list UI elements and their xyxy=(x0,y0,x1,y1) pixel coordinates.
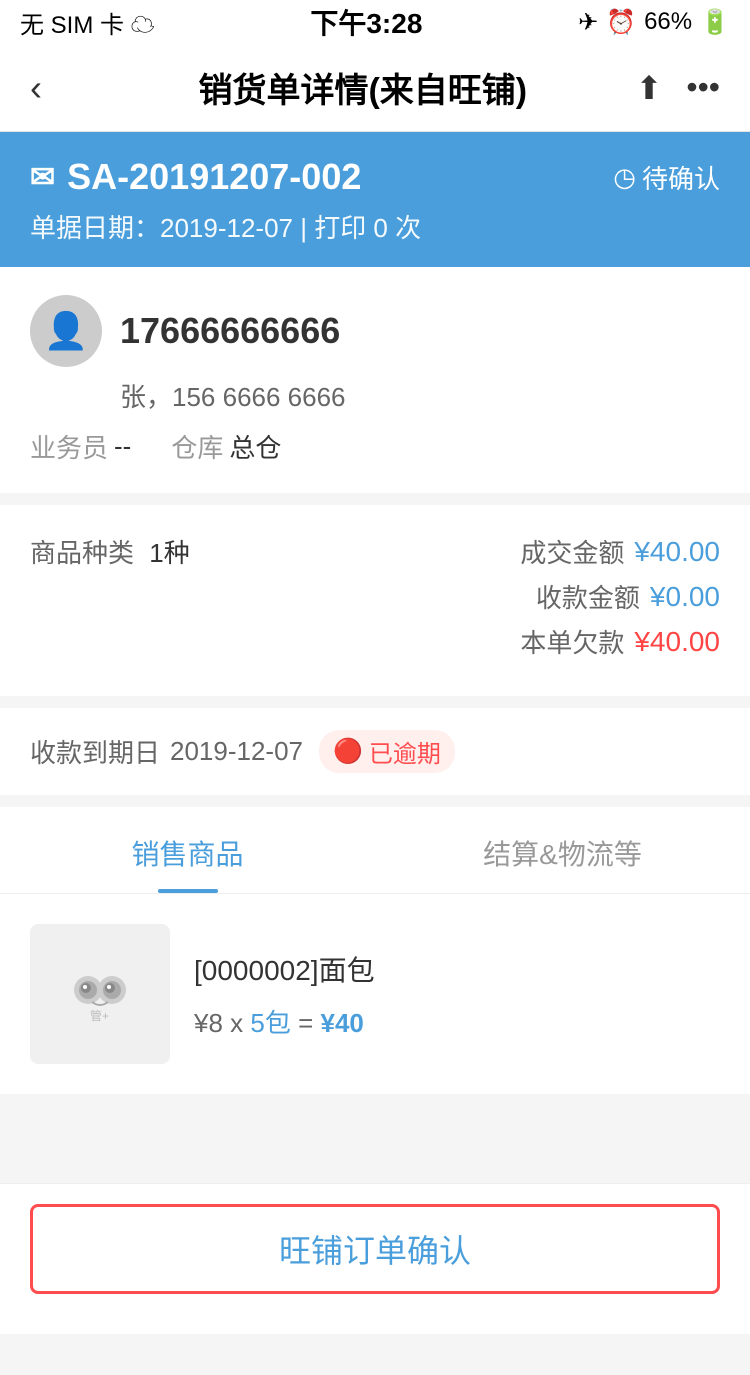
stats-right: 成交金额 ¥40.00 收款金额 ¥0.00 本单欠款 ¥40.00 xyxy=(520,533,720,668)
avatar-icon: 👤 xyxy=(44,310,89,352)
status-bar: 无 SIM 卡 ☁ 下午3:28 ✈ ⏰ 66% 🔋 xyxy=(0,0,750,44)
confirm-order-button[interactable]: 旺铺订单确认 xyxy=(30,1204,720,1294)
alarm-icon: ⏰ xyxy=(606,8,636,37)
stats-section: 商品种类 1种 成交金额 ¥40.00 收款金额 ¥0.00 本单欠款 ¥40.… xyxy=(0,505,750,708)
product-logo-icon: 管+ xyxy=(60,964,140,1024)
due-date-section: 收款到期日 2019-12-07 🔴 已逾期 xyxy=(0,708,750,807)
customer-top: 👤 17666666666 xyxy=(30,295,720,367)
owed-label: 本单欠款 xyxy=(520,623,624,660)
customer-phone: 17666666666 xyxy=(120,310,340,352)
status-time: 下午3:28 xyxy=(310,2,422,42)
product-price: ¥8 x 5包 = ¥40 xyxy=(194,1003,720,1040)
status-clock-icon: ◷ xyxy=(613,162,636,193)
salesperson-label: 业务员 xyxy=(30,428,108,465)
order-icon: ✉ xyxy=(30,160,55,195)
customer-section: 👤 17666666666 张，156 6666 6666 业务员 -- 仓库 … xyxy=(0,267,750,505)
more-icon[interactable]: ••• xyxy=(686,69,720,106)
owed-value: ¥40.00 xyxy=(634,626,720,658)
overdue-icon: 🔴 xyxy=(333,737,363,766)
status-right: ✈ ⏰ 66% 🔋 xyxy=(578,8,730,37)
status-left: 无 SIM 卡 ☁ xyxy=(20,5,155,40)
bottom-bar: 旺铺订单确认 xyxy=(0,1183,750,1334)
tab-sales-products[interactable]: 销售商品 xyxy=(0,807,375,893)
warehouse-value: 总仓 xyxy=(229,428,281,465)
customer-avatar: 👤 xyxy=(30,295,102,367)
product-name: [0000002]面包 xyxy=(194,949,720,989)
product-qty: 5包 xyxy=(250,1008,290,1038)
tab-sales-label: 销售商品 xyxy=(131,839,243,870)
order-header-card: ✉ SA-20191207-002 ◷ 待确认 单据日期：2019-12-07 … xyxy=(0,132,750,267)
order-status-badge: ◷ 待确认 xyxy=(613,159,720,196)
received-row: 收款金额 ¥0.00 xyxy=(520,578,720,615)
tab-settlement-label: 结算&物流等 xyxy=(483,839,642,870)
header-card-top: ✉ SA-20191207-002 ◷ 待确认 xyxy=(30,156,720,198)
nav-actions: ⬆ ••• xyxy=(636,69,720,107)
warehouse-label: 仓库 xyxy=(171,428,223,465)
sim-status: 无 SIM 卡 ☁ xyxy=(20,5,155,40)
stats-left: 商品种类 1种 xyxy=(30,533,190,570)
amount-value: ¥40.00 xyxy=(634,536,720,568)
product-unit-price: ¥8 xyxy=(194,1008,223,1038)
type-label: 商品种类 xyxy=(30,538,134,568)
svg-text:管+: 管+ xyxy=(90,1008,109,1023)
customer-info-row: 业务员 -- 仓库 总仓 xyxy=(30,428,720,465)
battery-level: 66% xyxy=(644,8,692,36)
product-section: 管+ [0000002]面包 ¥8 x 5包 = ¥40 xyxy=(0,894,750,1095)
received-value: ¥0.00 xyxy=(650,581,720,613)
order-id: ✉ SA-20191207-002 xyxy=(30,156,361,198)
product-total: ¥40 xyxy=(321,1008,364,1038)
share-icon[interactable]: ⬆ xyxy=(636,69,663,107)
multiply-symbol: x xyxy=(230,1008,250,1038)
owed-row: 本单欠款 ¥40.00 xyxy=(520,623,720,660)
amount-label: 成交金额 xyxy=(520,533,624,570)
amount-row: 成交金额 ¥40.00 xyxy=(520,533,720,570)
overdue-text: 已逾期 xyxy=(369,734,441,769)
tab-active-underline xyxy=(158,889,218,893)
overdue-badge: 🔴 已逾期 xyxy=(319,730,455,773)
type-value: 1种 xyxy=(149,538,189,568)
received-label: 收款金额 xyxy=(536,578,640,615)
order-id-text: SA-20191207-002 xyxy=(67,156,361,198)
tabs-section: 销售商品 结算&物流等 xyxy=(0,807,750,894)
back-button[interactable]: ‹ xyxy=(30,67,90,109)
due-date-value: 2019-12-07 xyxy=(170,736,303,767)
nav-bar: ‹ 销货单详情(来自旺铺) ⬆ ••• xyxy=(0,44,750,132)
equals-symbol: = xyxy=(298,1008,320,1038)
product-image: 管+ xyxy=(30,924,170,1064)
order-meta: 单据日期：2019-12-07 | 打印 0 次 xyxy=(30,208,720,245)
due-date-label: 收款到期日 xyxy=(30,733,160,770)
product-info: [0000002]面包 ¥8 x 5包 = ¥40 xyxy=(194,949,720,1040)
tabs-row: 销售商品 结算&物流等 xyxy=(0,807,750,893)
page-title: 销货单详情(来自旺铺) xyxy=(90,63,636,112)
location-icon: ✈ xyxy=(578,8,598,37)
order-status-text: 待确认 xyxy=(642,159,720,196)
customer-name: 张，156 6666 6666 xyxy=(30,377,720,414)
tab-settlement-logistics[interactable]: 结算&物流等 xyxy=(375,807,750,893)
product-item: 管+ [0000002]面包 ¥8 x 5包 = ¥40 xyxy=(0,894,750,1095)
salesperson-value: -- xyxy=(114,431,131,462)
battery-icon: 🔋 xyxy=(700,8,730,37)
